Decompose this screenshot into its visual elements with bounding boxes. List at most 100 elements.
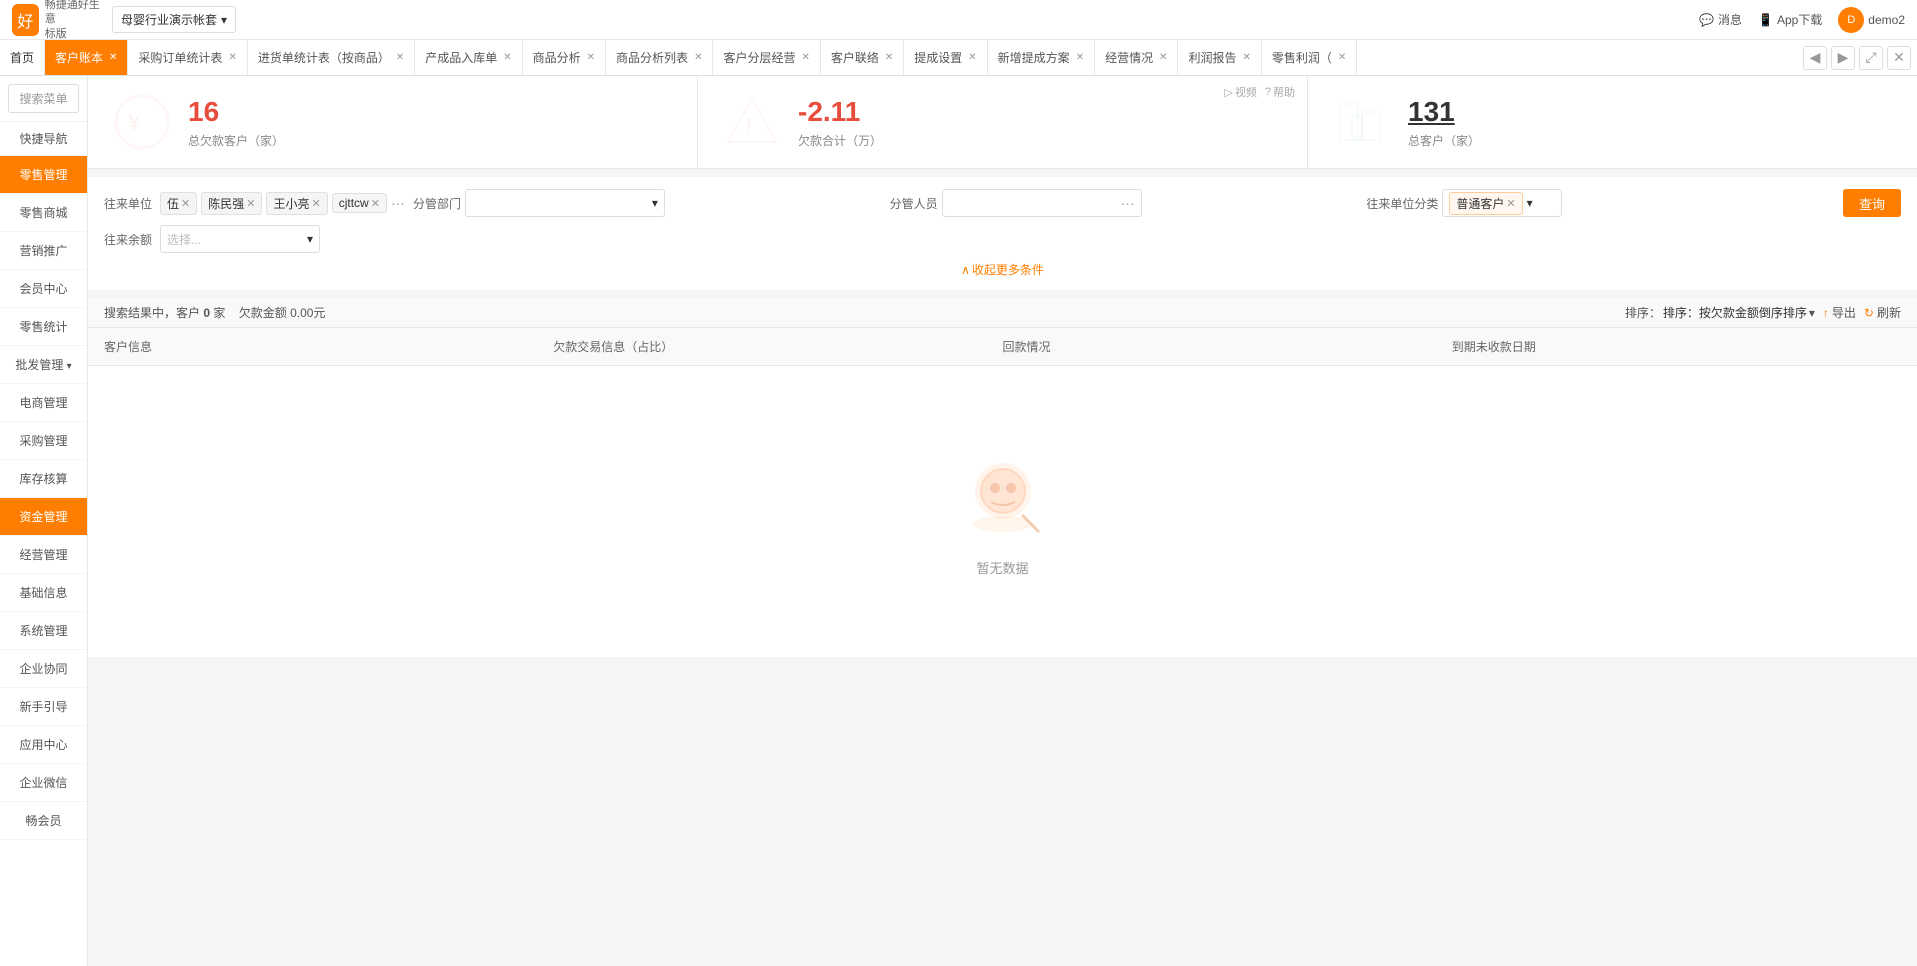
tag-close-wu[interactable]: ✕ xyxy=(181,197,190,210)
dept-filter-group: 分管部门 ▾ xyxy=(413,189,882,217)
sidebar-item-inventory-check[interactable]: 库存核算 xyxy=(0,460,87,498)
svg-text:!: ! xyxy=(746,115,752,137)
close-icon[interactable]: ✕ xyxy=(587,52,595,63)
balance-select[interactable]: 选择... ▾ xyxy=(160,225,320,253)
dept-filter-label: 分管部门 xyxy=(413,195,461,212)
close-icon[interactable]: ✕ xyxy=(1159,52,1167,63)
tab-home[interactable]: 首页 xyxy=(0,40,45,76)
tab-accounts[interactable]: 客户账本 ✕ xyxy=(45,40,128,76)
close-icon[interactable]: ✕ xyxy=(1338,52,1346,63)
tab-customer-tier[interactable]: 客户分层经营 ✕ xyxy=(713,40,820,76)
table-header: 客户信息 欠款交易信息（占比） 回款情况 到期未收款日期 xyxy=(88,328,1917,366)
svg-text:¥: ¥ xyxy=(127,110,141,135)
sidebar-item-new-guide[interactable]: 新手引导 xyxy=(0,688,87,726)
close-icon[interactable]: ✕ xyxy=(885,52,893,63)
filter-area: 往来单位 伍 ✕ 陈民强 ✕ 王小亮 ✕ cjttcw xyxy=(88,177,1917,290)
tab-close-all[interactable]: ✕ xyxy=(1887,46,1911,70)
collapse-button[interactable]: ∧ 收起更多条件 xyxy=(104,261,1901,278)
stats-row: ¥ 16 总欠款客户（家） ! -2.11 欠款合计（ xyxy=(88,76,1917,169)
unit-filter-label: 往来单位 xyxy=(104,195,152,212)
export-button[interactable]: ↑ 导出 xyxy=(1823,304,1856,321)
tab-operation-situation[interactable]: 经营情况 ✕ xyxy=(1095,40,1178,76)
sidebar-item-capital-mgmt[interactable]: 资金管理 xyxy=(0,498,87,536)
tab-promotion-settings[interactable]: 提成设置 ✕ xyxy=(904,40,987,76)
tab-controls: ◀ ▶ ⤢ ✕ xyxy=(1797,46,1917,70)
col-customer-info: 客户信息 xyxy=(104,338,553,355)
close-icon[interactable]: ✕ xyxy=(694,52,702,63)
sidebar-quick-nav[interactable]: 快捷导航 xyxy=(0,122,87,156)
user-menu[interactable]: D demo2 xyxy=(1838,7,1905,33)
sidebar-item-wholesale-mgmt[interactable]: 批发管理 ▾ xyxy=(0,346,87,384)
sidebar-item-basic-info[interactable]: 基础信息 xyxy=(0,574,87,612)
chevron-down-icon: ▾ xyxy=(221,13,227,27)
filter-row-1: 往来单位 伍 ✕ 陈民强 ✕ 王小亮 ✕ cjttcw xyxy=(104,189,1901,217)
debt-icon: ! xyxy=(722,92,782,152)
sidebar-item-retail-stats[interactable]: 零售统计 xyxy=(0,308,87,346)
debtors-label: 总欠款客户（家） xyxy=(188,132,284,149)
tab-scroll-right[interactable]: ▶ xyxy=(1831,46,1855,70)
filter-tag-chen: 陈民强 ✕ xyxy=(201,192,262,215)
help-button[interactable]: ? 帮助 xyxy=(1265,84,1295,100)
sidebar-item-app-center[interactable]: 应用中心 xyxy=(0,726,87,764)
person-select[interactable]: ··· xyxy=(942,189,1142,217)
sidebar-item-system-mgmt[interactable]: 系统管理 xyxy=(0,612,87,650)
sidebar-item-operation-mgmt[interactable]: 经营管理 xyxy=(0,536,87,574)
tag-close-wang[interactable]: ✕ xyxy=(312,197,321,210)
refresh-button[interactable]: ↻ 刷新 xyxy=(1864,304,1901,321)
tab-cost-inbound[interactable]: 产成品入库单 ✕ xyxy=(415,40,522,76)
tab-scroll-left[interactable]: ◀ xyxy=(1803,46,1827,70)
dept-select[interactable]: ▾ xyxy=(465,189,665,217)
store-selector[interactable]: 母婴行业演示帐套 ▾ xyxy=(112,6,236,33)
close-icon[interactable]: ✕ xyxy=(1243,52,1251,63)
tag-close-common[interactable]: ✕ xyxy=(1506,197,1515,210)
results-summary: 搜索结果中，客户 0 家 欠款金额 0.00元 xyxy=(104,304,325,321)
sidebar-item-vip-member[interactable]: 畅会员 xyxy=(0,802,87,840)
sidebar-item-member-center[interactable]: 会员中心 xyxy=(0,270,87,308)
debt-number: -2.11 xyxy=(798,95,882,129)
top-bar: 好 畅捷通好生意 标版 母婴行业演示帐套 ▾ 💬 消息 📱 App下载 D de… xyxy=(0,0,1917,40)
close-icon[interactable]: ✕ xyxy=(228,52,236,63)
tab-purchase-orders[interactable]: 采购订单统计表 ✕ xyxy=(128,40,247,76)
tab-customer-contact[interactable]: 客户联络 ✕ xyxy=(821,40,904,76)
chevron-up-icon: ∧ xyxy=(961,263,970,277)
tag-close-cjttcw[interactable]: ✕ xyxy=(371,197,380,210)
message-button[interactable]: 💬 消息 xyxy=(1699,11,1742,28)
close-icon[interactable]: ✕ xyxy=(396,52,404,63)
unit-filter-tags: 伍 ✕ 陈民强 ✕ 王小亮 ✕ cjttcw ✕ ··· xyxy=(160,192,405,215)
tab-new-achievement[interactable]: 新增提成方案 ✕ xyxy=(988,40,1095,76)
app-icon: 📱 xyxy=(1758,13,1773,27)
sidebar-item-enterprise-wechat[interactable]: 企业微信 xyxy=(0,764,87,802)
sidebar-item-ecommerce-mgmt[interactable]: 电商管理 xyxy=(0,384,87,422)
tag-close-chen[interactable]: ✕ xyxy=(246,197,255,210)
tab-expand[interactable]: ⤢ xyxy=(1859,46,1883,70)
category-select[interactable]: 普通客户 ✕ ▾ xyxy=(1442,189,1562,217)
sidebar-item-purchase-mgmt[interactable]: 采购管理 xyxy=(0,422,87,460)
close-icon[interactable]: ✕ xyxy=(503,52,511,63)
video-help-button[interactable]: ▷ 视频 xyxy=(1224,84,1256,100)
balance-filter-label: 往来余额 xyxy=(104,231,152,248)
sidebar-item-enterprise-coop[interactable]: 企业协同 xyxy=(0,650,87,688)
sidebar-search-area: 搜索菜单 xyxy=(0,76,87,122)
tab-product-analysis-list[interactable]: 商品分析列表 ✕ xyxy=(606,40,713,76)
sidebar-item-retail-shop[interactable]: 零售商城 xyxy=(0,194,87,232)
close-icon[interactable]: ✕ xyxy=(1076,52,1084,63)
sidebar-item-marketing[interactable]: 营销推广 xyxy=(0,232,87,270)
sidebar-item-retail-mgmt[interactable]: 零售管理 xyxy=(0,156,87,194)
search-menu-button[interactable]: 搜索菜单 xyxy=(8,84,79,113)
filter-more-tags[interactable]: ··· xyxy=(391,195,405,211)
debtors-number: 16 xyxy=(188,95,284,129)
tab-inbound-stats[interactable]: 进货单统计表（按商品） ✕ xyxy=(248,40,415,76)
close-icon[interactable]: ✕ xyxy=(801,52,809,63)
customers-number: 131 xyxy=(1408,95,1480,129)
tab-profit-report[interactable]: 利润报告 ✕ xyxy=(1178,40,1261,76)
results-actions: 排序： 排序：按欠款金额倒序排序 ▾ ↑ 导出 ↻ 刷新 xyxy=(1625,304,1901,321)
stat-card-debtors: ¥ 16 总欠款客户（家） xyxy=(88,76,698,168)
tab-retail-profit[interactable]: 零售利润（ ✕ xyxy=(1262,40,1357,76)
app-download-button[interactable]: 📱 App下载 xyxy=(1758,11,1822,28)
tab-product-analysis[interactable]: 商品分析 ✕ xyxy=(523,40,606,76)
close-icon[interactable]: ✕ xyxy=(968,52,976,63)
query-button[interactable]: 查询 xyxy=(1843,189,1901,217)
sort-select[interactable]: 排序： 排序：按欠款金额倒序排序 ▾ xyxy=(1625,304,1815,321)
close-icon[interactable]: ✕ xyxy=(109,52,117,63)
person-dots-icon: ··· xyxy=(1121,195,1135,211)
